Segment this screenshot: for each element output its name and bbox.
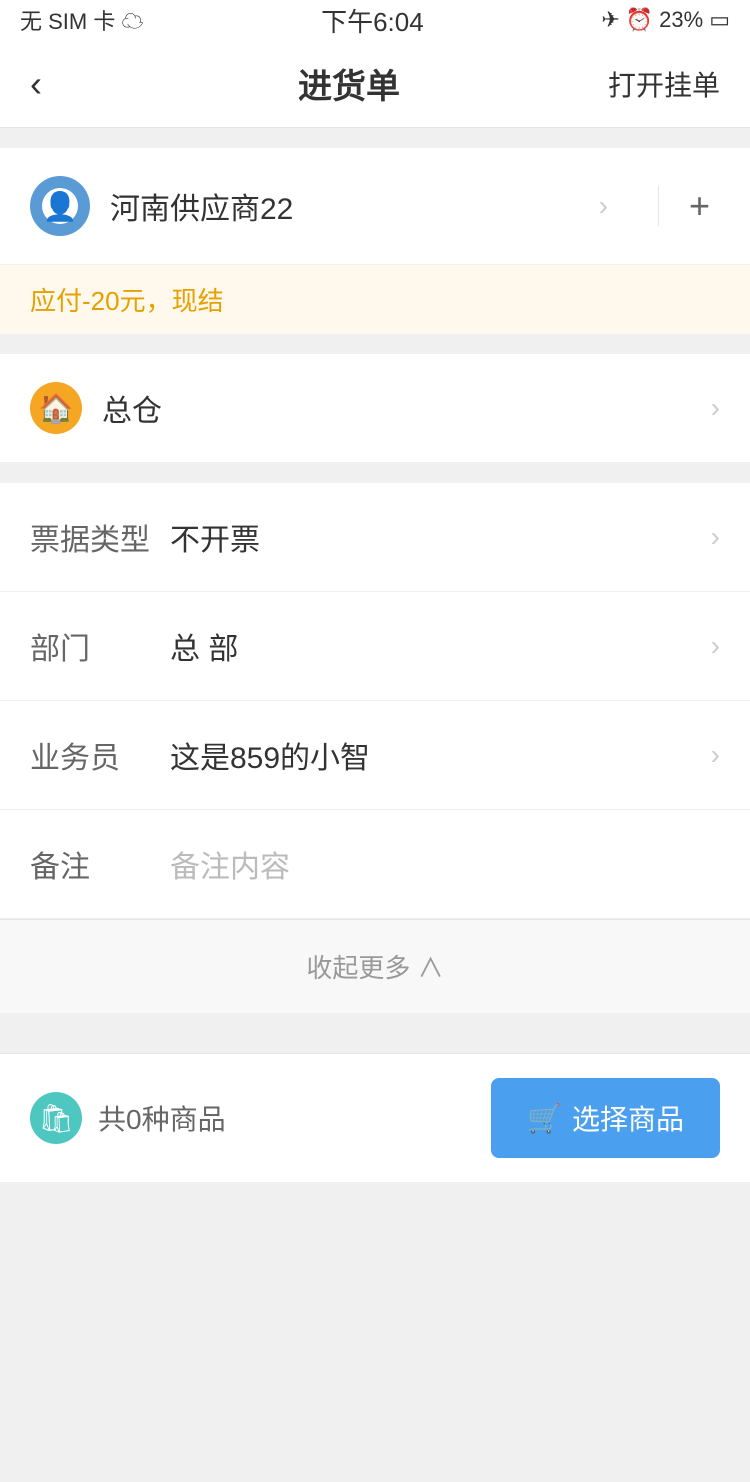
department-label: 部门	[30, 624, 160, 668]
goods-icon: 🛍	[30, 1092, 82, 1144]
gap-2	[0, 334, 750, 354]
department-value: 总 部	[160, 624, 711, 668]
invoice-type-chevron-icon: ›	[711, 521, 720, 553]
gap-3	[0, 463, 750, 483]
page-background	[0, 1182, 750, 1482]
alarm-icon: ⏰	[626, 7, 653, 33]
salesperson-chevron-icon: ›	[711, 739, 720, 771]
status-right: ✈ ⏰ 23% ▭	[601, 7, 730, 33]
department-row[interactable]: 部门 总 部 ›	[0, 592, 750, 701]
remark-row[interactable]: 备注 备注内容	[0, 810, 750, 919]
select-goods-icon: 🛒	[527, 1102, 562, 1135]
warehouse-label: 总仓	[102, 386, 711, 430]
status-left: 无 SIM 卡 ☁	[20, 4, 143, 36]
avatar-icon: 👤	[42, 188, 78, 224]
warehouse-icon: 🏠	[30, 382, 82, 434]
battery-label: 23%	[659, 7, 703, 33]
warehouse-chevron-icon: ›	[711, 392, 720, 424]
warehouse-row[interactable]: 🏠 总仓 ›	[0, 354, 750, 463]
collapse-button[interactable]: 收起更多 ∧	[0, 919, 750, 1013]
remark-placeholder: 备注内容	[160, 842, 720, 886]
sim-label: 无 SIM 卡 ☁	[20, 4, 143, 36]
salesperson-value: 这是859的小智	[160, 733, 711, 777]
status-bar: 无 SIM 卡 ☁ 下午6:04 ✈ ⏰ 23% ▭	[0, 0, 750, 40]
goods-count-text: 共0种商品	[98, 1098, 226, 1138]
gap-1	[0, 128, 750, 148]
supplier-row[interactable]: 👤 河南供应商22 › +	[0, 148, 750, 265]
battery-icon: ▭	[709, 7, 730, 33]
salesperson-row[interactable]: 业务员 这是859的小智 ›	[0, 701, 750, 810]
supplier-chevron-icon: ›	[599, 190, 608, 222]
add-button[interactable]: +	[679, 185, 720, 227]
supplier-avatar: 👤	[30, 176, 90, 236]
location-icon: ✈	[601, 7, 619, 33]
select-goods-label: 选择商品	[572, 1098, 684, 1138]
warehouse-symbol: 🏠	[39, 392, 74, 425]
warehouse-section: 🏠 总仓 ›	[0, 354, 750, 463]
collapse-label: 收起更多 ∧	[306, 948, 443, 985]
salesperson-label: 业务员	[30, 733, 160, 777]
select-goods-button[interactable]: 🛒 选择商品	[491, 1078, 720, 1158]
invoice-type-value: 不开票	[160, 515, 711, 559]
status-time: 下午6:04	[321, 2, 424, 39]
divider	[658, 186, 659, 226]
invoice-type-label: 票据类型	[30, 515, 160, 559]
open-pending-button[interactable]: 打开挂单	[608, 64, 720, 104]
supplier-name: 河南供应商22	[110, 184, 599, 228]
supplier-section: 👤 河南供应商22 › + 应付-20元，现结	[0, 148, 750, 334]
back-button[interactable]: ‹	[30, 63, 90, 105]
remark-label: 备注	[30, 842, 160, 886]
invoice-type-row[interactable]: 票据类型 不开票 ›	[0, 483, 750, 592]
notice-text: 应付-20元，现结	[30, 286, 224, 316]
form-section: 票据类型 不开票 › 部门 总 部 › 业务员 这是859的小智 › 备注 备注…	[0, 483, 750, 1013]
bottom-bar: 🛍 共0种商品 🛒 选择商品	[0, 1053, 750, 1182]
notice-bar: 应付-20元，现结	[0, 265, 750, 334]
cart-icon: 🛍	[38, 1102, 74, 1135]
person-icon: 👤	[43, 190, 78, 223]
department-chevron-icon: ›	[711, 630, 720, 662]
nav-bar: ‹ 进货单 打开挂单	[0, 40, 750, 128]
page-title: 进货单	[298, 59, 400, 108]
goods-count-area: 🛍 共0种商品	[30, 1092, 226, 1144]
gap-4	[0, 1013, 750, 1033]
